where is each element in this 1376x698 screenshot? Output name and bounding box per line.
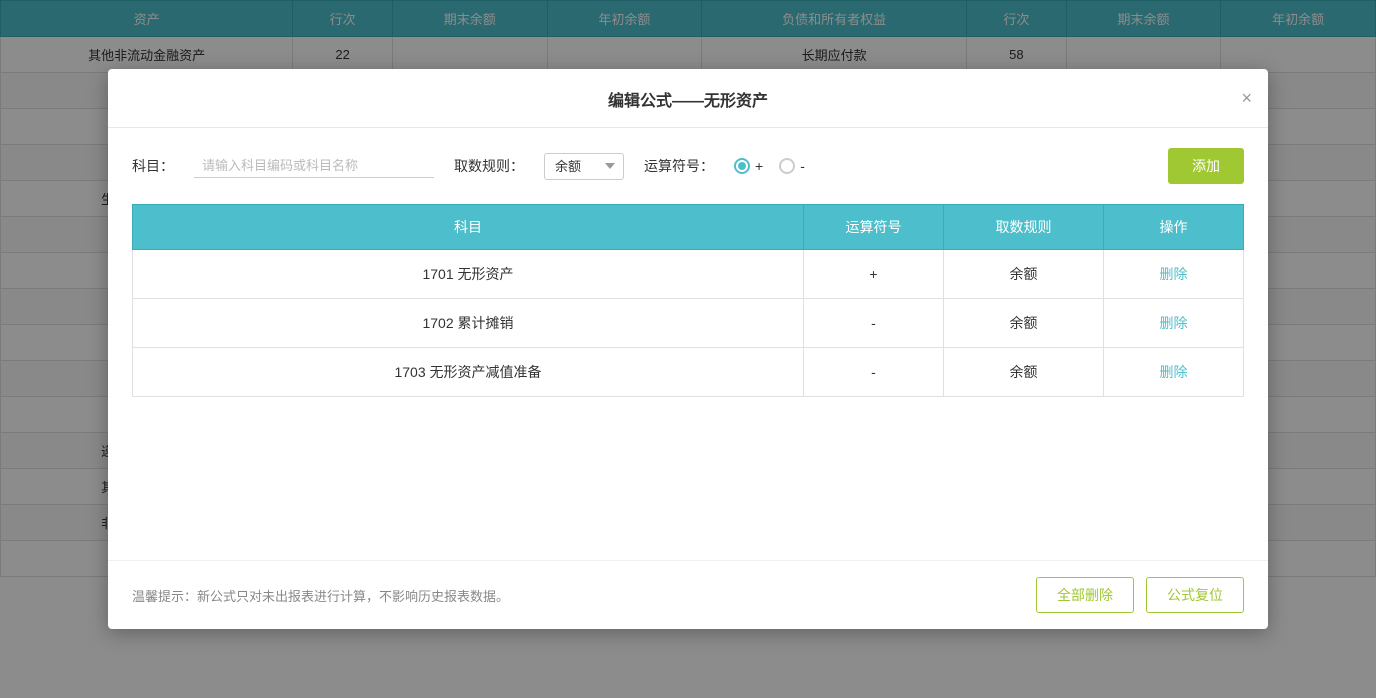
reset-button[interactable]: 公式复位 xyxy=(1146,577,1244,613)
table-row: 1701 无形资产+余额 删除 xyxy=(133,250,1244,299)
modal-dialog: 编辑公式——无形资产 × 科目： 取数规则： 余额 运算符号： xyxy=(108,69,1268,629)
footer-tip: 温馨提示：新公式只对未出报表进行计算，不影响历史报表数据。 xyxy=(132,586,509,605)
radio-plus-circle xyxy=(734,158,750,174)
radio-minus-label: - xyxy=(800,158,805,174)
table-cell-rule: 余额 xyxy=(944,348,1104,397)
table-cell-action: 删除 xyxy=(1104,250,1244,299)
table-cell-rule: 余额 xyxy=(944,250,1104,299)
rule-select-wrap: 余额 xyxy=(544,153,624,180)
form-row: 科目： 取数规则： 余额 运算符号： + - xyxy=(132,148,1244,184)
table-row: 1702 累计摊销-余额 删除 xyxy=(133,299,1244,348)
modal-body: 科目： 取数规则： 余额 运算符号： + - xyxy=(108,128,1268,560)
table-row: 1703 无形资产减值准备-余额 删除 xyxy=(133,348,1244,397)
rule-label: 取数规则： xyxy=(454,156,524,176)
operator-label: 运算符号： xyxy=(644,156,714,176)
table-cell-action: 删除 xyxy=(1104,299,1244,348)
operator-radio-group: + - xyxy=(734,158,805,174)
delete-all-button[interactable]: 全部删除 xyxy=(1036,577,1134,613)
radio-plus-label: + xyxy=(755,158,763,174)
table-cell-operator: + xyxy=(804,250,944,299)
delete-link[interactable]: 删除 xyxy=(1160,266,1188,282)
col-operator: 运算符号 xyxy=(804,205,944,250)
table-cell-subject: 1701 无形资产 xyxy=(133,250,804,299)
formula-table: 科目 运算符号 取数规则 操作 1701 无形资产+余额删除1702 累计摊销-… xyxy=(132,204,1244,397)
add-button[interactable]: 添加 xyxy=(1168,148,1244,184)
modal-title: 编辑公式——无形资产 xyxy=(608,87,768,111)
rule-select[interactable]: 余额 xyxy=(544,153,624,180)
col-rule: 取数规则 xyxy=(944,205,1104,250)
modal-footer: 温馨提示：新公式只对未出报表进行计算，不影响历史报表数据。 全部删除 公式复位 xyxy=(108,560,1268,629)
delete-link[interactable]: 删除 xyxy=(1160,364,1188,380)
table-cell-operator: - xyxy=(804,348,944,397)
table-cell-operator: - xyxy=(804,299,944,348)
col-action: 操作 xyxy=(1104,205,1244,250)
delete-link[interactable]: 删除 xyxy=(1160,315,1188,331)
table-cell-subject: 1702 累计摊销 xyxy=(133,299,804,348)
subject-label: 科目： xyxy=(132,156,174,176)
radio-plus[interactable]: + xyxy=(734,158,763,174)
col-subject: 科目 xyxy=(133,205,804,250)
modal-close-button[interactable]: × xyxy=(1241,89,1252,107)
modal-header: 编辑公式——无形资产 × xyxy=(108,69,1268,128)
radio-minus[interactable]: - xyxy=(779,158,805,174)
modal-overlay: 编辑公式——无形资产 × 科目： 取数规则： 余额 运算符号： xyxy=(0,0,1376,698)
footer-buttons: 全部删除 公式复位 xyxy=(1036,577,1244,613)
radio-minus-circle xyxy=(779,158,795,174)
table-cell-subject: 1703 无形资产减值准备 xyxy=(133,348,804,397)
subject-input[interactable] xyxy=(194,154,434,178)
table-cell-action: 删除 xyxy=(1104,348,1244,397)
table-cell-rule: 余额 xyxy=(944,299,1104,348)
